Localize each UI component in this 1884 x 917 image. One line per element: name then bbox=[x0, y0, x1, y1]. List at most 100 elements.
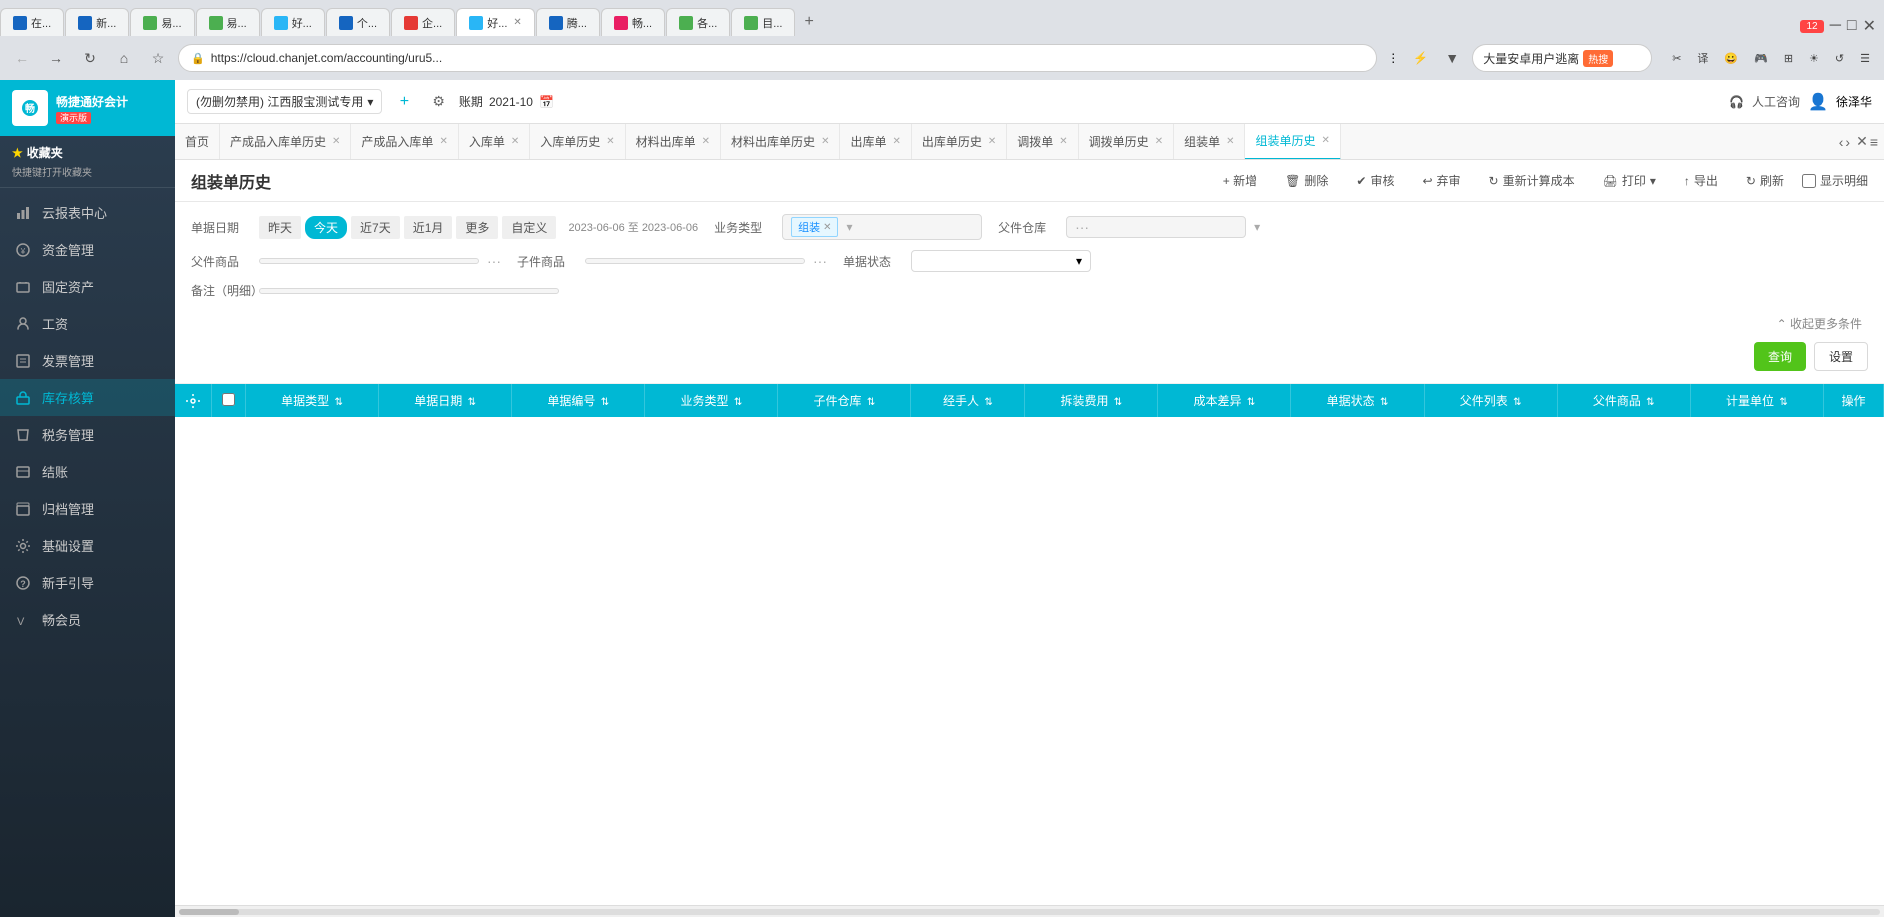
sidebar-item-invoice[interactable]: 发票管理 bbox=[0, 342, 175, 379]
nav-tab-10-close[interactable]: ✕ bbox=[1155, 136, 1163, 147]
sort-disassembly-cost[interactable]: ⇅ bbox=[1114, 397, 1122, 408]
undo-tool[interactable]: ↺ bbox=[1829, 50, 1850, 67]
nav-tab-9-close[interactable]: ✕ bbox=[1059, 136, 1067, 147]
nav-tab-11[interactable]: 组装单 ✕ bbox=[1174, 124, 1245, 160]
emoji-tool[interactable]: 😀 bbox=[1718, 50, 1744, 67]
query-button[interactable]: 查询 bbox=[1754, 342, 1806, 371]
headset-icon[interactable]: 🎧 bbox=[1729, 95, 1744, 109]
scissors-tool[interactable]: ✂ bbox=[1666, 50, 1687, 67]
sort-biz-type[interactable]: ⇅ bbox=[734, 397, 742, 408]
th-biz-type[interactable]: 业务类型 ⇅ bbox=[645, 384, 778, 417]
date-btn-more[interactable]: 更多 bbox=[456, 216, 498, 239]
browser-search[interactable]: 大量安卓用户逃离 热搜 bbox=[1472, 44, 1652, 72]
th-parent-goods[interactable]: 父件商品 ⇅ bbox=[1557, 384, 1690, 417]
show-detail-checkbox[interactable] bbox=[1802, 174, 1816, 188]
child-goods-more[interactable]: ··· bbox=[813, 253, 827, 269]
game-tool[interactable]: 🎮 bbox=[1748, 50, 1774, 67]
nav-more[interactable]: ≡ bbox=[1870, 134, 1878, 150]
date-btn-7days[interactable]: 近7天 bbox=[351, 216, 400, 239]
nav-tab-1[interactable]: 产成品入库单历史 ✕ bbox=[220, 124, 351, 160]
parent-warehouse-input[interactable]: ··· bbox=[1066, 216, 1246, 238]
sidebar-item-cloud-report[interactable]: 云报表中心 bbox=[0, 194, 175, 231]
nav-tab-10[interactable]: 调拨单历史 ✕ bbox=[1079, 124, 1174, 160]
audit-button[interactable]: ✔ 审核 bbox=[1346, 168, 1404, 193]
th-cost-diff[interactable]: 成本差异 ⇅ bbox=[1158, 384, 1291, 417]
browser-close[interactable]: ✕ bbox=[1863, 16, 1876, 36]
add-company-btn[interactable]: + bbox=[390, 88, 418, 116]
settings-gear-btn[interactable]: ⚙ bbox=[426, 90, 451, 113]
nav-tab-3[interactable]: 入库单 ✕ bbox=[459, 124, 530, 160]
refresh-button[interactable]: ↻ 刷新 bbox=[1736, 168, 1794, 193]
nav-tab-6-close[interactable]: ✕ bbox=[821, 136, 829, 147]
favorites-section[interactable]: ★ 收藏夹 快捷键打开收藏夹 bbox=[0, 136, 175, 188]
parent-warehouse-dropdown[interactable]: ▾ bbox=[1254, 220, 1260, 234]
dropdown-btn[interactable]: ▼ bbox=[1438, 44, 1466, 72]
grid-view-btn[interactable]: ⋮ bbox=[1383, 51, 1403, 65]
tab-4[interactable]: 好... bbox=[261, 8, 325, 36]
nav-tab-5-close[interactable]: ✕ bbox=[702, 136, 710, 147]
parent-goods-input[interactable] bbox=[259, 258, 479, 264]
settings-button[interactable]: 设置 bbox=[1814, 342, 1868, 371]
tab-6[interactable]: 企... bbox=[391, 8, 455, 36]
tab-2[interactable]: 易... bbox=[130, 8, 194, 36]
select-all-checkbox[interactable] bbox=[222, 393, 235, 406]
th-settings[interactable] bbox=[175, 384, 212, 417]
business-type-input[interactable]: 组装 ✕ ▾ bbox=[782, 214, 982, 240]
nav-tab-4-close[interactable]: ✕ bbox=[606, 136, 614, 147]
nav-tab-11-close[interactable]: ✕ bbox=[1226, 136, 1234, 147]
parent-goods-more[interactable]: ··· bbox=[487, 253, 501, 269]
company-selector[interactable]: (勿删勿禁用) 江西服宝测试专用 ▾ bbox=[187, 89, 382, 114]
horizontal-scrollbar[interactable] bbox=[175, 905, 1884, 917]
tab-10[interactable]: 各... bbox=[666, 8, 730, 36]
nav-tab-home[interactable]: 首页 bbox=[175, 124, 220, 160]
th-unit[interactable]: 计量单位 ⇅ bbox=[1690, 384, 1823, 417]
sort-doc-status[interactable]: ⇅ bbox=[1380, 397, 1388, 408]
th-doc-status[interactable]: 单据状态 ⇅ bbox=[1291, 384, 1424, 417]
doc-status-dropdown[interactable]: ▾ bbox=[911, 250, 1091, 272]
nav-tab-5[interactable]: 材料出库单 ✕ bbox=[626, 124, 721, 160]
th-doc-date[interactable]: 单据日期 ⇅ bbox=[379, 384, 512, 417]
translate-tool[interactable]: 译 bbox=[1691, 48, 1714, 68]
tag-close-btn[interactable]: ✕ bbox=[823, 222, 831, 233]
nav-tab-2-close[interactable]: ✕ bbox=[439, 136, 447, 147]
reload-button[interactable]: ↻ bbox=[76, 44, 104, 72]
date-btn-1month[interactable]: 近1月 bbox=[404, 216, 453, 239]
sidebar-item-salary[interactable]: 工资 bbox=[0, 305, 175, 342]
delete-button[interactable]: 🗑 删除 bbox=[1275, 168, 1338, 193]
nav-close-current[interactable]: ✕ bbox=[1856, 133, 1868, 150]
back-button[interactable]: ← bbox=[8, 44, 36, 72]
th-doc-type[interactable]: 单据类型 ⇅ bbox=[246, 384, 379, 417]
export-button[interactable]: ↑ 导出 bbox=[1674, 168, 1728, 193]
nav-tab-2[interactable]: 产成品入库单 ✕ bbox=[351, 124, 458, 160]
sort-doc-type[interactable]: ⇅ bbox=[335, 397, 343, 408]
sort-cost-diff[interactable]: ⇅ bbox=[1247, 397, 1255, 408]
collapse-btn[interactable]: ⌃ 收起更多条件 bbox=[1771, 309, 1868, 338]
business-type-dropdown[interactable]: ▾ bbox=[846, 220, 852, 234]
sidebar-item-guide[interactable]: ? 新手引导 bbox=[0, 564, 175, 601]
show-detail-toggle[interactable]: 显示明细 bbox=[1802, 172, 1868, 189]
tab-7[interactable]: 好... ✕ bbox=[456, 8, 535, 36]
sidebar-item-settings[interactable]: 基础设置 bbox=[0, 527, 175, 564]
nav-tab-4[interactable]: 入库单历史 ✕ bbox=[530, 124, 625, 160]
notes-input[interactable] bbox=[259, 288, 559, 294]
sort-doc-no[interactable]: ⇅ bbox=[601, 397, 609, 408]
print-button[interactable]: 🖨 打印 ▾ bbox=[1593, 168, 1666, 193]
nav-tab-8-close[interactable]: ✕ bbox=[988, 136, 996, 147]
add-button[interactable]: + 新增 bbox=[1213, 168, 1267, 193]
th-parent-list[interactable]: 父件列表 ⇅ bbox=[1424, 384, 1557, 417]
sidebar-item-close-account[interactable]: 结账 bbox=[0, 453, 175, 490]
nav-scroll-right[interactable]: › bbox=[1845, 134, 1850, 150]
child-goods-input[interactable] bbox=[585, 258, 805, 264]
sidebar-item-member[interactable]: V 畅会员 bbox=[0, 601, 175, 638]
nav-tab-7[interactable]: 出库单 ✕ bbox=[840, 124, 911, 160]
sort-handler[interactable]: ⇅ bbox=[984, 397, 992, 408]
bookmark-button[interactable]: ☆ bbox=[144, 44, 172, 72]
tab-9[interactable]: 畅... bbox=[601, 8, 665, 36]
nav-tab-7-close[interactable]: ✕ bbox=[892, 136, 900, 147]
new-tab-button[interactable]: + bbox=[796, 8, 821, 36]
sort-parent-list[interactable]: ⇅ bbox=[1513, 397, 1521, 408]
sidebar-item-tax[interactable]: 税务管理 bbox=[0, 416, 175, 453]
sort-parent-goods[interactable]: ⇅ bbox=[1646, 397, 1654, 408]
nav-tab-9[interactable]: 调拨单 ✕ bbox=[1007, 124, 1078, 160]
nav-scroll-left[interactable]: ‹ bbox=[1839, 134, 1844, 150]
